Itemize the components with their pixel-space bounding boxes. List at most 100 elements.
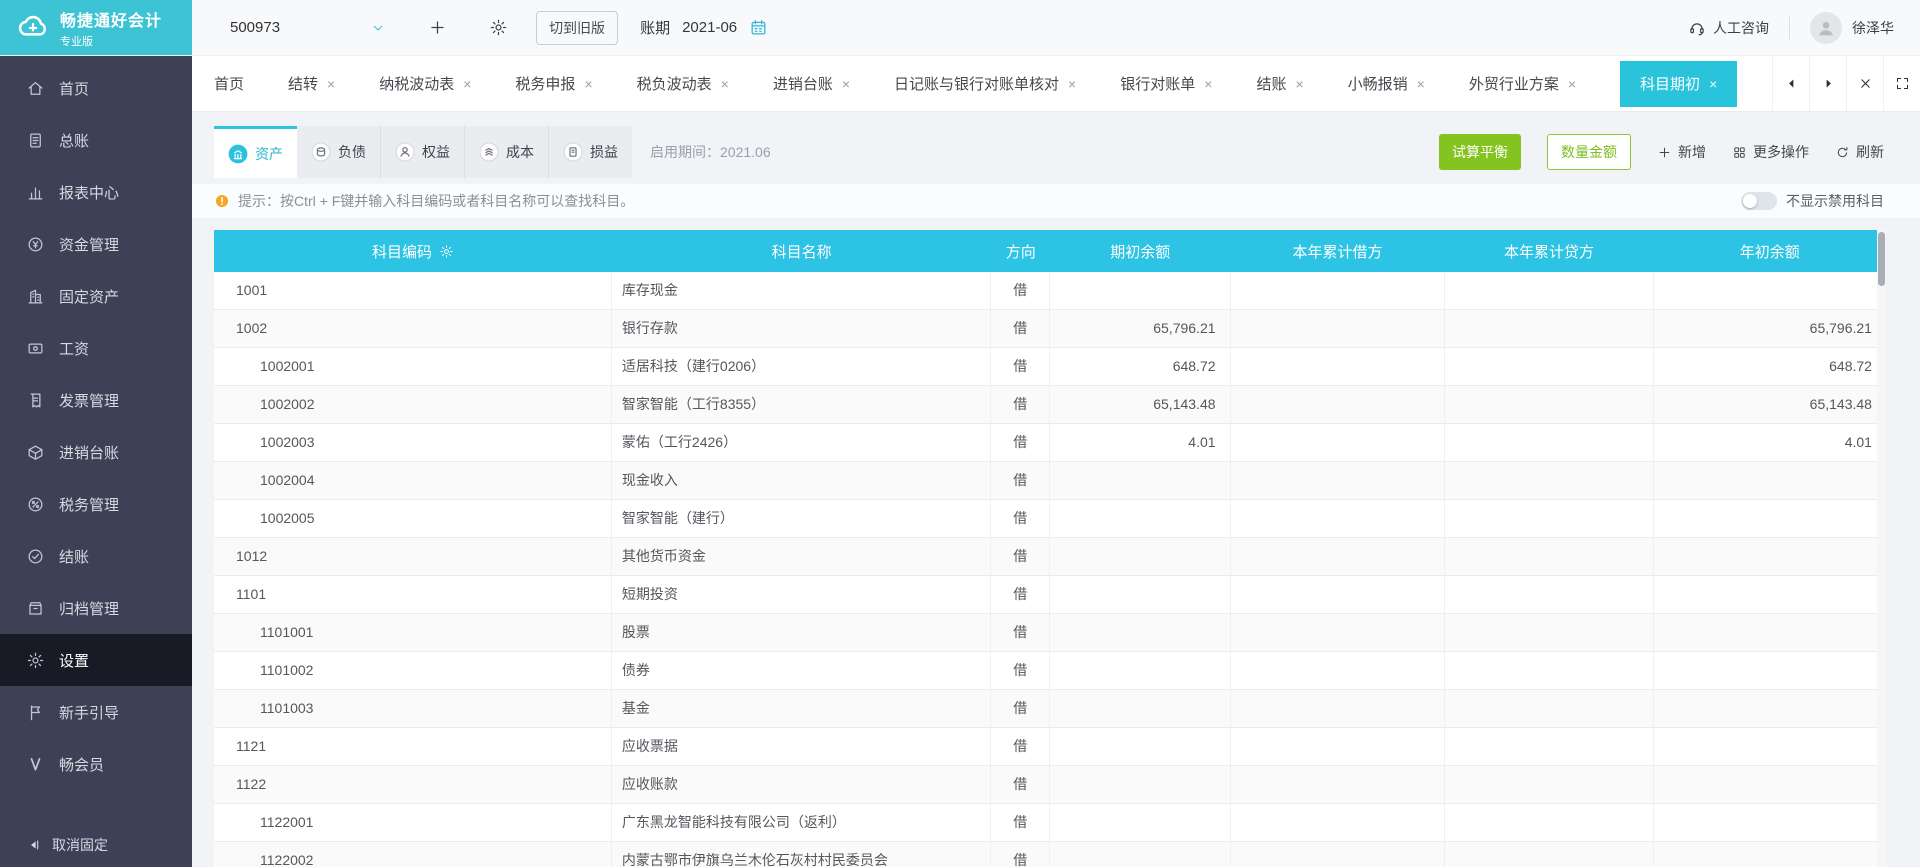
cat-pl-icon [563,142,583,162]
table-row[interactable]: 1002 银行存款借 65,796.21 65,796.21 [214,310,1886,348]
workspace-tab[interactable]: 纳税波动表 × [379,73,471,94]
cell-ytd-credit [1445,842,1654,867]
category-tab-assets[interactable]: 资产 [214,126,297,178]
close-tab-icon[interactable]: × [1295,76,1303,92]
sidebar-item-home[interactable]: 首页 [0,62,192,114]
gear-icon[interactable] [489,18,508,37]
sidebar-item-report-center[interactable]: 报表中心 [0,166,192,218]
cell-opening-balance [1050,272,1231,309]
user-name[interactable]: 徐泽华 [1852,18,1894,38]
cell-code: 1001 [214,272,612,309]
workspace-tab[interactable]: 外贸行业方案 × [1469,73,1576,94]
company-selector[interactable]: 500973 [230,19,386,36]
fullscreen-button[interactable] [1883,56,1920,111]
category-tab-liabilities[interactable]: 负债 [297,126,381,178]
close-tab-icon[interactable]: × [1417,76,1425,92]
close-tab-icon[interactable]: × [842,76,850,92]
sidebar-item-label: 归档管理 [59,600,120,618]
close-tab-icon[interactable]: × [1568,76,1576,92]
sidebar-item-member[interactable]: 畅会员 [0,738,192,790]
table-row[interactable]: 1002002 智家智能（工行8355）借 65,143.48 65,143.48 [214,386,1886,424]
table-row[interactable]: 1101 短期投资借 [214,576,1886,614]
cell-direction: 借 [991,272,1050,309]
avatar[interactable] [1810,11,1842,44]
table-row[interactable]: 1002003 蒙佑（工行2426）借 4.01 4.01 [214,424,1886,462]
table-row[interactable]: 1101002 债券借 [214,652,1886,690]
sidebar-item-closing[interactable]: 结账 [0,530,192,582]
category-tab-cost[interactable]: 成本 [465,126,549,178]
category-tab-profit-loss[interactable]: 损益 [549,126,632,178]
cell-name: 适居科技（建行0206） [612,348,992,385]
sidebar-item-label: 固定资产 [59,288,120,306]
headset-icon [1688,19,1706,37]
workspace-tab[interactable]: 税务申报 × [515,73,592,94]
quantity-amount-button[interactable]: 数量金额 [1547,134,1631,170]
col-header-ytd-debit: 本年累计借方 [1292,243,1383,261]
sidebar-item-tax[interactable]: 税务管理 [0,478,192,530]
cell-ytd-credit [1445,728,1654,765]
table-row[interactable]: 1012 其他货币资金借 [214,538,1886,576]
unpin-sidebar-button[interactable]: 取消固定 [26,835,108,855]
cell-initial-balance [1654,766,1886,803]
table-row[interactable]: 1002005 智家智能（建行）借 [214,500,1886,538]
home-icon [26,79,45,98]
table-row[interactable]: 1122 应收账款借 [214,766,1886,804]
workspace-tab-label: 纳税波动表 [379,76,455,93]
close-tab-icon[interactable]: × [463,76,471,92]
table-row[interactable]: 1101003 基金借 [214,690,1886,728]
scrollbar-thumb[interactable] [1878,232,1885,286]
sidebar-item-invoice[interactable]: 发票管理 [0,374,192,426]
trial-balance-button[interactable]: 试算平衡 [1439,134,1521,170]
sidebar-item-funds[interactable]: 资金管理 [0,218,192,270]
close-tab-icon[interactable]: × [1068,76,1076,92]
table-row[interactable]: 1002001 适居科技（建行0206）借 648.72 648.72 [214,348,1886,386]
close-tab-icon[interactable]: × [584,76,592,92]
period-value[interactable]: 2021-06 [682,19,737,36]
hide-disabled-subjects-toggle[interactable] [1741,192,1777,210]
close-tab-icon[interactable]: × [721,76,729,92]
close-tab-icon[interactable]: × [1709,76,1717,92]
workspace-tab[interactable]: 首页 [214,73,244,94]
sidebar-item-archive[interactable]: 归档管理 [0,582,192,634]
workspace-tab[interactable]: 小畅报销 × [1348,73,1425,94]
column-settings-gear-icon[interactable] [439,244,454,259]
workspace-tab-active[interactable]: 科目期初 × [1620,60,1738,107]
workspace-tab[interactable]: 结转 × [288,73,335,94]
sidebar-item-general-ledger[interactable]: 总账 [0,114,192,166]
table-row[interactable]: 1122002 内蒙古鄂市伊旗乌兰木伦石灰村村民委员会借 [214,842,1886,867]
sidebar-item-fixed-assets[interactable]: 固定资产 [0,270,192,322]
close-tab-icon[interactable]: × [1204,76,1212,92]
cell-direction: 借 [991,424,1050,461]
person-icon [1815,17,1837,39]
add-subject-button[interactable]: 新增 [1657,142,1706,162]
sidebar-item-purchase-sale[interactable]: 进销台账 [0,426,192,478]
sidebar-item-salary[interactable]: 工资 [0,322,192,374]
workspace-tab[interactable]: 税负波动表 × [637,73,729,94]
cell-initial-balance [1654,652,1886,689]
sidebar-item-settings[interactable]: 设置 [0,634,192,686]
scroll-tabs-left-button[interactable] [1772,56,1809,111]
support-button[interactable]: 人工咨询 [1688,18,1769,38]
table-row[interactable]: 1121 应收票据借 [214,728,1886,766]
table-row[interactable]: 1001 库存现金借 [214,272,1886,310]
refresh-button[interactable]: 刷新 [1835,142,1884,162]
workspace-tab[interactable]: 日记账与银行对账单核对 × [894,73,1076,94]
table-row[interactable]: 1101001 股票借 [214,614,1886,652]
notice-text: 提示：按Ctrl + F键并输入科目编码或者科目名称可以查找科目。 [238,193,635,209]
calendar-icon[interactable] [749,18,768,37]
workspace-tab[interactable]: 进销台账 × [773,73,850,94]
workspace-tab[interactable]: 银行对账单 × [1120,73,1212,94]
sidebar-item-guide[interactable]: 新手引导 [0,686,192,738]
table-row[interactable]: 1002004 现金收入借 [214,462,1886,500]
table-row[interactable]: 1122001 广东黑龙智能科技有限公司（返利）借 [214,804,1886,842]
close-tab-icon[interactable]: × [327,76,335,92]
scroll-tabs-right-button[interactable] [1809,56,1846,111]
workspace-tab[interactable]: 结账 × [1256,73,1303,94]
add-icon[interactable] [428,18,447,37]
close-tabs-button[interactable] [1846,56,1883,111]
enabled-period-text: 启用期间：2021.06 [650,144,771,160]
invoice-icon [26,391,45,410]
category-tab-equity[interactable]: 权益 [381,126,465,178]
switch-old-version-button[interactable]: 切到旧版 [536,10,619,45]
more-actions-button[interactable]: 更多操作 [1732,142,1809,162]
